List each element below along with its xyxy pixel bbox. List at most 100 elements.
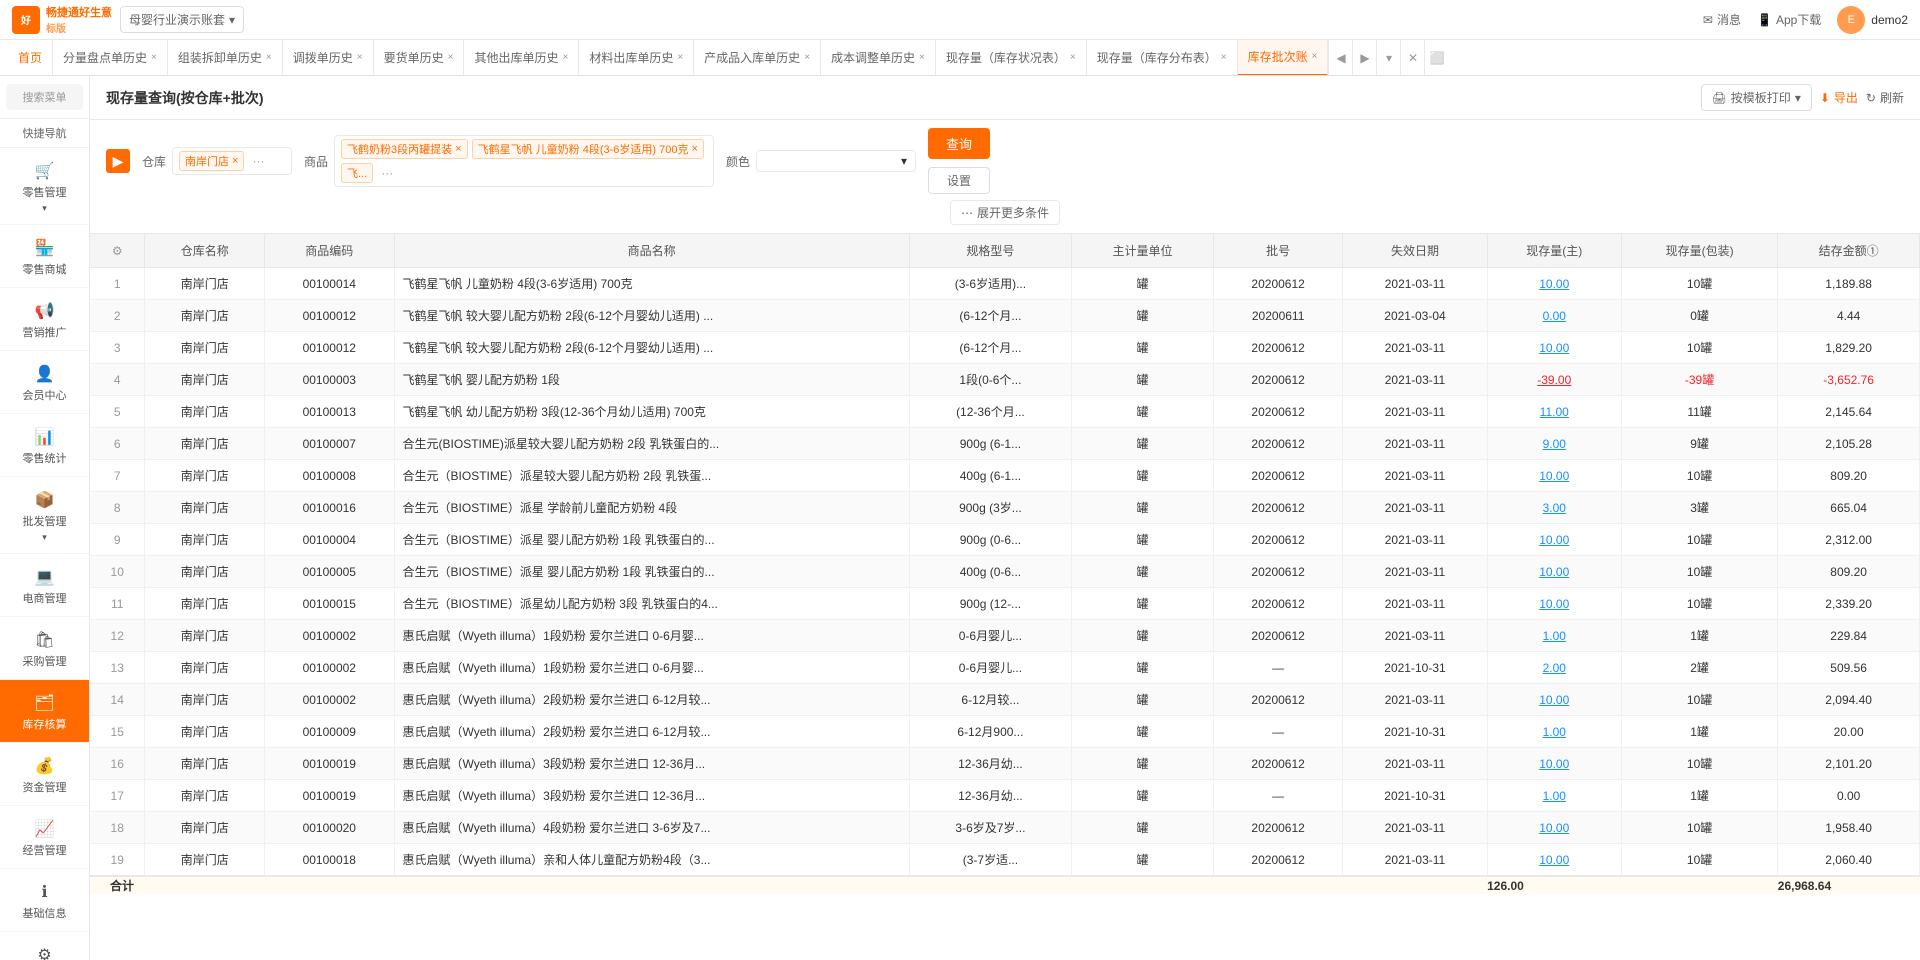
- tab-inventory-status[interactable]: 现存量（库存状况表） ×: [936, 40, 1087, 76]
- row-num: 6: [90, 428, 145, 460]
- row-warehouse: 南岸门店: [145, 780, 265, 812]
- product-tag-1-close[interactable]: ×: [455, 143, 461, 155]
- template-print-btn[interactable]: 🖨 按模板打印 ▾: [1701, 84, 1812, 111]
- tab-mix[interactable]: 调拨单历史 ×: [283, 40, 374, 76]
- messages-btn[interactable]: ✉ 消息: [1703, 11, 1741, 28]
- sidebar-item-stats[interactable]: 📊 零售统计: [0, 414, 89, 477]
- tab-maximize[interactable]: ⬜: [1424, 40, 1448, 76]
- filter-expand-arrow[interactable]: ▶: [106, 149, 130, 173]
- row-qty-main[interactable]: 1.00: [1487, 620, 1621, 652]
- row-qty-main[interactable]: 10.00: [1487, 460, 1621, 492]
- row-qty-main[interactable]: 3.00: [1487, 492, 1621, 524]
- logo-sub: 标版: [46, 20, 112, 35]
- col-settings[interactable]: ⚙: [90, 234, 145, 268]
- tab-close-inventory-status[interactable]: ×: [1070, 52, 1076, 63]
- row-warehouse: 南岸门店: [145, 332, 265, 364]
- row-qty-main[interactable]: 10.00: [1487, 812, 1621, 844]
- settings-col-icon[interactable]: ⚙: [112, 244, 123, 258]
- sidebar-item-finance[interactable]: 💰 资金管理: [0, 743, 89, 806]
- row-amount: 0.00: [1778, 780, 1920, 812]
- tab-home[interactable]: 首页: [8, 40, 53, 76]
- sidebar-item-retail[interactable]: 🛒 零售管理 ▾: [0, 148, 89, 225]
- tab-close-batch-ledger[interactable]: ×: [1312, 51, 1318, 62]
- row-batch: 20200612: [1213, 332, 1343, 364]
- account-dropdown[interactable]: 母婴行业演示账套 ▾: [120, 6, 244, 33]
- row-spec: 900g (3岁...: [909, 492, 1072, 524]
- row-qty-main[interactable]: 10.00: [1487, 684, 1621, 716]
- row-qty-main[interactable]: 0.00: [1487, 300, 1621, 332]
- tab-nav-more[interactable]: ▾: [1376, 40, 1400, 76]
- tab-close-product-in[interactable]: ×: [804, 52, 810, 63]
- user-area[interactable]: E demo2: [1837, 6, 1908, 34]
- row-qty-main[interactable]: 10.00: [1487, 748, 1621, 780]
- sidebar-item-retail-shop[interactable]: 🏪 零售商城: [0, 225, 89, 288]
- tab-close-distribute[interactable]: ×: [151, 52, 157, 63]
- row-spec: 6-12月较...: [909, 684, 1072, 716]
- sidebar-item-marketing[interactable]: 📢 营销推广: [0, 288, 89, 351]
- row-qty-main[interactable]: 9.00: [1487, 428, 1621, 460]
- row-qty-main[interactable]: 2.00: [1487, 652, 1621, 684]
- sidebar-item-ecom[interactable]: 💻 电商管理: [0, 554, 89, 617]
- sidebar-quick-nav[interactable]: 快捷导航: [0, 119, 89, 148]
- sidebar-item-base[interactable]: ℹ 基础信息: [0, 869, 89, 932]
- tab-close-material-out[interactable]: ×: [677, 52, 683, 63]
- sidebar-item-purchase[interactable]: 🛍 采购管理: [0, 617, 89, 680]
- table-row: 16 南岸门店 00100019 惠氏启赋（Wyeth illuma）3段奶粉 …: [90, 748, 1920, 780]
- tab-material-out[interactable]: 材料出库单历史 ×: [579, 40, 694, 76]
- row-batch: 20200612: [1213, 460, 1343, 492]
- warehouse-tag-area[interactable]: 南岸门店 × ···: [172, 147, 292, 175]
- row-warehouse: 南岸门店: [145, 268, 265, 300]
- row-qty-main[interactable]: 10.00: [1487, 268, 1621, 300]
- row-spec: 0-6月婴儿...: [909, 620, 1072, 652]
- row-code: 00100016: [265, 492, 395, 524]
- sidebar-item-member[interactable]: 👤 会员中心: [0, 351, 89, 414]
- row-qty-main[interactable]: 10.00: [1487, 332, 1621, 364]
- query-btn[interactable]: 查询: [928, 128, 990, 159]
- sidebar-item-wholesale[interactable]: 📦 批发管理 ▾: [0, 477, 89, 554]
- expand-more-btn[interactable]: ⋯ 展开更多条件: [950, 200, 1060, 225]
- tab-close-mix[interactable]: ×: [357, 52, 363, 63]
- tab-nav-prev[interactable]: ◀: [1328, 40, 1352, 76]
- row-qty-main[interactable]: -39.00: [1487, 364, 1621, 396]
- row-qty-main[interactable]: 1.00: [1487, 780, 1621, 812]
- tab-close-all[interactable]: ✕: [1400, 40, 1424, 76]
- row-spec: (6-12个月...: [909, 332, 1072, 364]
- tab-disassemble[interactable]: 组装拆卸单历史 ×: [168, 40, 283, 76]
- sidebar-search-btn[interactable]: 搜索菜单: [6, 84, 83, 110]
- tab-nav-next[interactable]: ▶: [1352, 40, 1376, 76]
- tab-close-require[interactable]: ×: [448, 52, 454, 63]
- color-dropdown[interactable]: ▾: [756, 150, 916, 172]
- row-qty-pkg: 11罐: [1621, 396, 1777, 428]
- tab-batch-ledger[interactable]: 库存批次账 ×: [1238, 40, 1329, 76]
- warehouse-tag-close[interactable]: ×: [232, 155, 238, 167]
- sidebar-item-inventory[interactable]: 🗂 库存核算: [0, 680, 89, 743]
- tab-cost-adjust[interactable]: 成本调整单历史 ×: [821, 40, 936, 76]
- sidebar-item-sys[interactable]: ⚙ 系统管理: [0, 932, 89, 960]
- tab-close-cost-adjust[interactable]: ×: [919, 52, 925, 63]
- tab-product-in[interactable]: 产成品入库单历史 ×: [694, 40, 821, 76]
- row-qty-main[interactable]: 10.00: [1487, 556, 1621, 588]
- export-btn[interactable]: ⬇ 导出: [1820, 89, 1858, 106]
- tab-distribute[interactable]: 分量盘点单历史 ×: [53, 40, 168, 76]
- sidebar-item-biz[interactable]: 📈 经营管理: [0, 806, 89, 869]
- product-tag-area[interactable]: 飞鹤奶粉3段丙罐提装 × 飞鹤星飞帆 儿童奶粉 4段(3-6岁适用) 700克 …: [334, 135, 714, 187]
- tab-other-out[interactable]: 其他出库单历史 ×: [464, 40, 579, 76]
- row-qty-main[interactable]: 10.00: [1487, 588, 1621, 620]
- row-expire: 2021-03-11: [1343, 428, 1487, 460]
- tab-close-inventory-dist[interactable]: ×: [1221, 52, 1227, 63]
- refresh-btn[interactable]: ↻ 刷新: [1866, 89, 1904, 106]
- row-name: 合生元（BIOSTIME）派星较大婴儿配方奶粉 2段 乳铁蛋...: [394, 460, 909, 492]
- tab-close-other-out[interactable]: ×: [562, 52, 568, 63]
- row-qty-main[interactable]: 10.00: [1487, 844, 1621, 877]
- row-qty-main[interactable]: 10.00: [1487, 524, 1621, 556]
- app-download-btn[interactable]: 📱 App下载: [1757, 11, 1821, 28]
- product-ellipsis[interactable]: ···: [381, 166, 393, 180]
- tab-inventory-dist[interactable]: 现存量（库存分布表） ×: [1087, 40, 1238, 76]
- row-qty-main[interactable]: 11.00: [1487, 396, 1621, 428]
- product-tag-2-close[interactable]: ×: [691, 143, 697, 155]
- warehouse-ellipsis[interactable]: ···: [252, 154, 264, 168]
- settings-btn[interactable]: 设置: [928, 167, 990, 194]
- tab-require[interactable]: 要货单历史 ×: [374, 40, 465, 76]
- row-qty-main[interactable]: 1.00: [1487, 716, 1621, 748]
- tab-close-disassemble[interactable]: ×: [266, 52, 272, 63]
